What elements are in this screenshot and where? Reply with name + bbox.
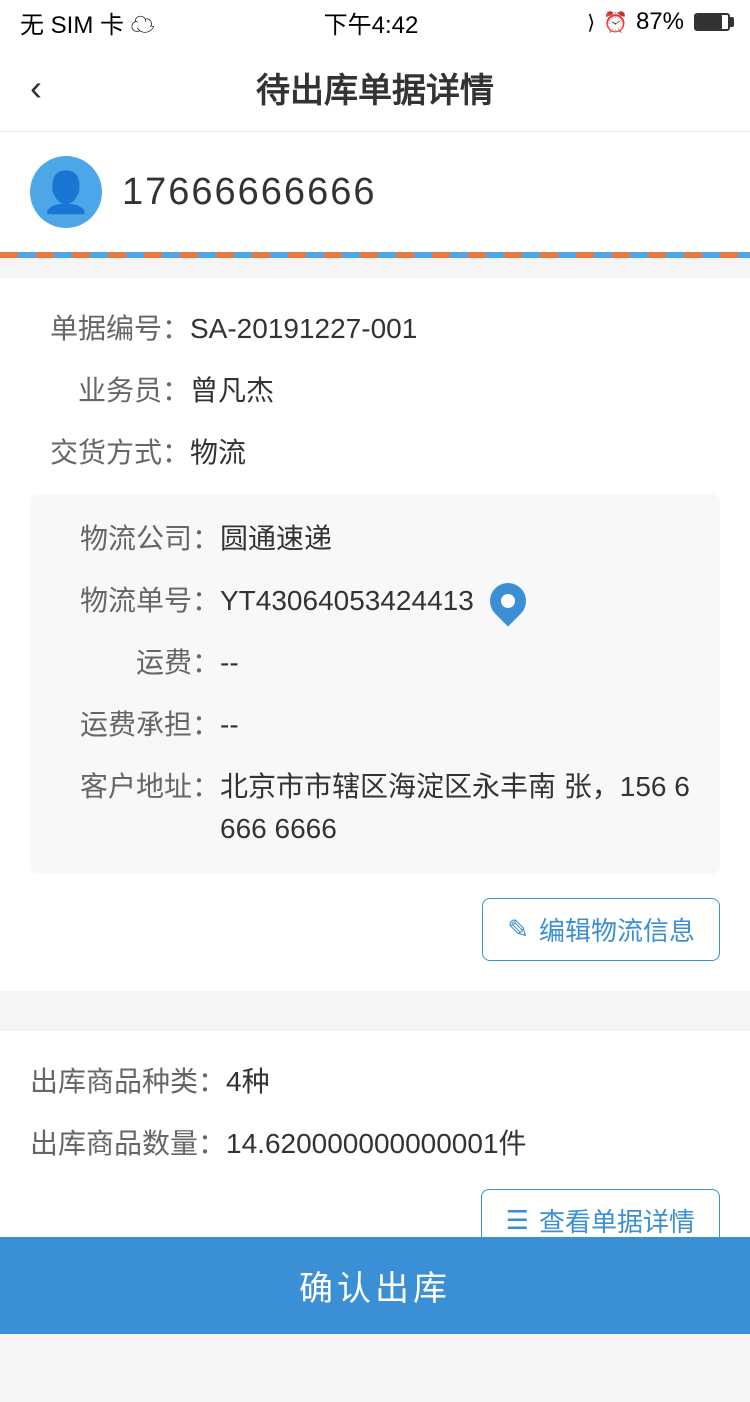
alarm-icon: ⏰ — [603, 10, 628, 35]
goods-count-label: 出库商品数量： — [30, 1123, 226, 1165]
status-bar: 无 SIM 卡 ☁ 下午4:42 ⟩ ⏰ 87% — [0, 0, 750, 44]
customer-header: 👤 17666666666 — [0, 132, 750, 252]
battery-icon — [694, 13, 730, 31]
document-no-label: 单据编号： — [30, 308, 190, 350]
freight-bear-row: 运费承担： -- — [60, 704, 690, 746]
goods-types-value: 4种 — [226, 1061, 720, 1103]
goods-types-label: 出库商品种类： — [30, 1061, 226, 1103]
delivery-method-value: 物流 — [190, 432, 720, 474]
document-no-value: SA-20191227-001 — [190, 308, 720, 350]
sim-text: 无 SIM 卡 ☁ — [20, 5, 155, 40]
view-detail-label: 查看单据详情 — [539, 1202, 695, 1239]
status-left: 无 SIM 卡 ☁ — [20, 5, 155, 40]
location-pin-icon[interactable] — [482, 576, 533, 627]
goods-types-row: 出库商品种类： 4种 — [30, 1061, 720, 1103]
page-title: 待出库单据详情 — [256, 63, 494, 112]
goods-count-row: 出库商品数量： 14.620000000000001件 — [30, 1123, 720, 1165]
goods-count-value: 14.620000000000001件 — [226, 1123, 720, 1165]
basic-info-section: 单据编号： SA-20191227-001 业务员： 曾凡杰 交货方式： 物流 … — [0, 278, 750, 991]
edit-logistics-button[interactable]: ✎ 编辑物流信息 — [482, 898, 720, 961]
address-label: 客户地址： — [60, 766, 220, 808]
edit-logistics-label: 编辑物流信息 — [539, 911, 695, 948]
nav-bar: ‹ 待出库单据详情 — [0, 44, 750, 132]
tracking-no-label: 物流单号： — [60, 580, 220, 622]
freight-bear-label: 运费承担： — [60, 704, 220, 746]
freight-bear-value: -- — [220, 704, 690, 746]
logistics-company-label: 物流公司： — [60, 518, 220, 560]
document-no-row: 单据编号： SA-20191227-001 — [30, 308, 720, 350]
status-right: ⟩ ⏰ 87% — [587, 8, 730, 36]
list-icon: ☰ — [506, 1205, 529, 1236]
delivery-method-row: 交货方式： 物流 — [30, 432, 720, 474]
freight-value: -- — [220, 642, 690, 684]
user-icon: 👤 — [41, 169, 91, 216]
logistics-company-value: 圆通速递 — [220, 518, 690, 560]
location-icon: ⟩ — [587, 10, 595, 35]
customer-phone: 17666666666 — [122, 171, 376, 214]
edit-icon: ✎ — [507, 914, 529, 945]
confirm-button[interactable]: 确认出库 — [0, 1261, 750, 1310]
salesman-row: 业务员： 曾凡杰 — [30, 370, 720, 412]
logistics-box: 物流公司： 圆通速递 物流单号： YT43064053424413 运费： --… — [30, 494, 720, 874]
salesman-value: 曾凡杰 — [190, 370, 720, 412]
salesman-label: 业务员： — [30, 370, 190, 412]
delivery-method-label: 交货方式： — [30, 432, 190, 474]
tracking-no-value: YT43064053424413 — [220, 580, 474, 622]
avatar: 👤 — [30, 156, 102, 228]
tracking-no-row: 物流单号： YT43064053424413 — [60, 580, 690, 622]
address-row: 客户地址： 北京市市辖区海淀区永丰南 张，156 6666 6666 — [60, 766, 690, 850]
section-separator-1 — [0, 991, 750, 1011]
decorative-dashed-line — [0, 252, 750, 258]
address-value: 北京市市辖区海淀区永丰南 张，156 6666 6666 — [220, 766, 690, 850]
confirm-btn-wrap: 确认出库 — [0, 1237, 750, 1334]
back-button[interactable]: ‹ — [30, 57, 62, 119]
edit-logistics-btn-row: ✎ 编辑物流信息 — [30, 898, 720, 961]
battery-text: 87% — [636, 8, 684, 36]
logistics-company-row: 物流公司： 圆通速递 — [60, 518, 690, 560]
status-time: 下午4:42 — [324, 5, 419, 40]
freight-row: 运费： -- — [60, 642, 690, 684]
freight-label: 运费： — [60, 642, 220, 684]
